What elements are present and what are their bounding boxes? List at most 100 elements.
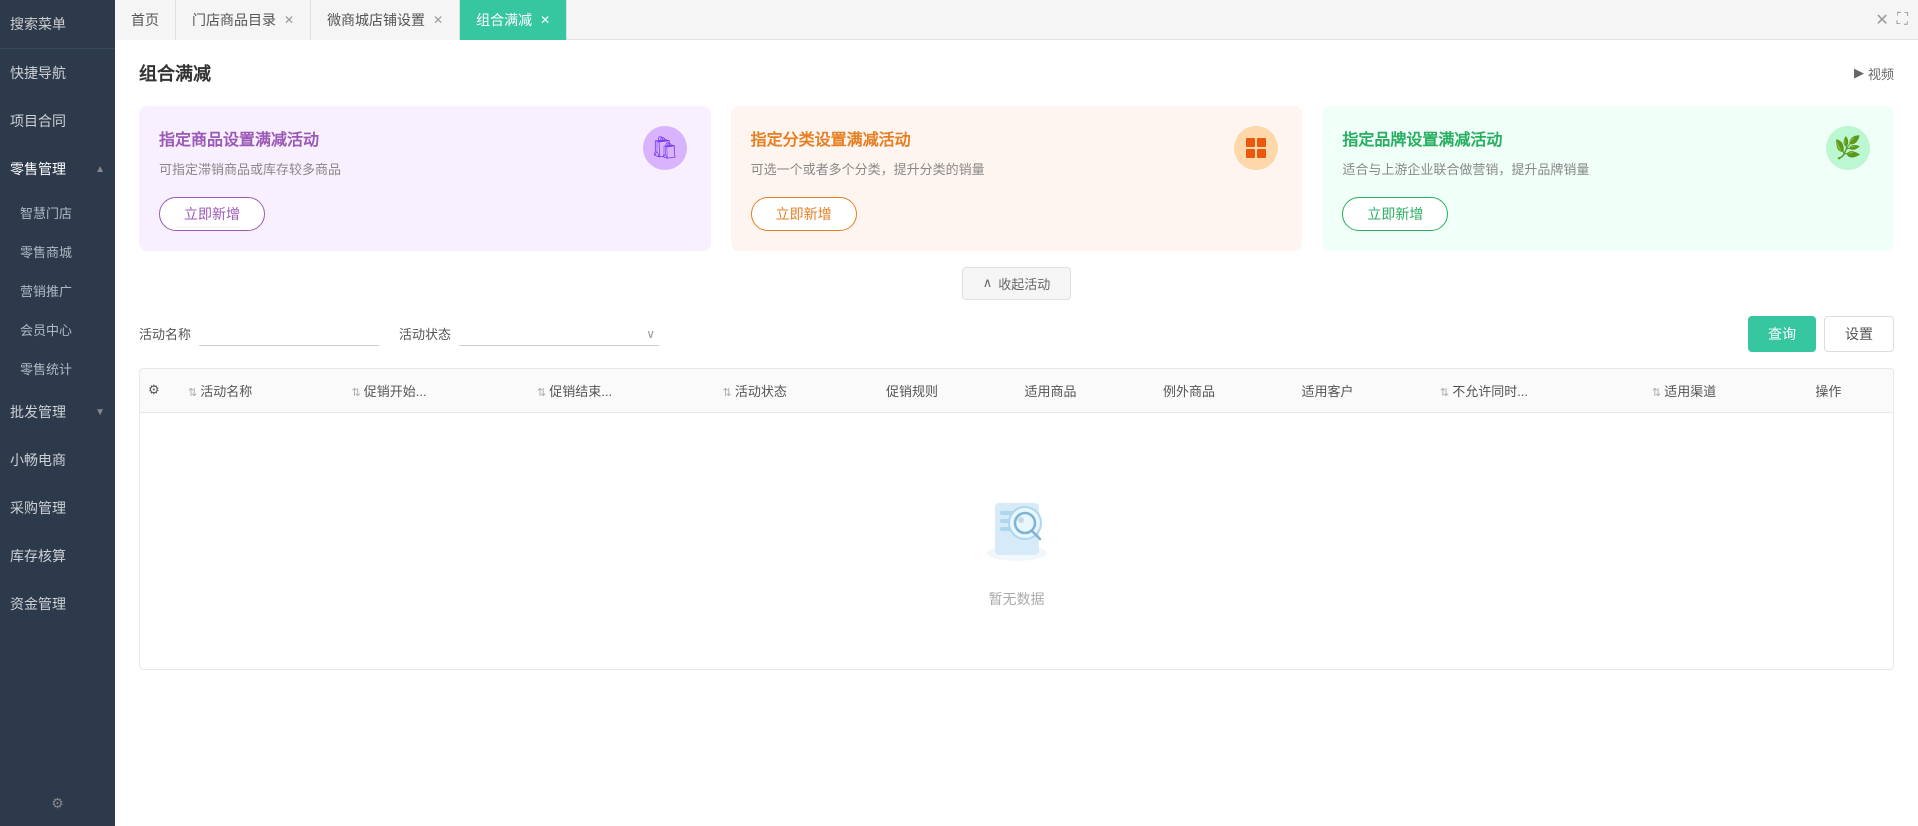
play-icon: ▶ <box>1854 65 1864 81</box>
brand-card-add-btn[interactable]: 立即新增 <box>1342 197 1448 231</box>
tab-wechat-store-settings[interactable]: 微商城店铺设置 ✕ <box>311 0 460 40</box>
tab-combo-discount-close[interactable]: ✕ <box>540 13 550 27</box>
category-card-desc: 可选一个或者多个分类，提升分类的销量 <box>751 160 1283 181</box>
th-promo-start-label: 促销开始... <box>364 384 427 399</box>
th-applicable-goods: 适用商品 <box>1017 369 1155 413</box>
tab-home[interactable]: 首页 <box>115 0 176 40</box>
th-promo-end[interactable]: 促销结束... <box>529 369 715 413</box>
empty-text: 暂无数据 <box>989 589 1045 609</box>
sidebar-item-retail-mgmt[interactable]: 零售管理 <box>0 145 115 193</box>
sidebar-item-retail-mall[interactable]: 零售商城 <box>0 232 115 271</box>
sidebar-item-label: 库存核算 <box>10 546 66 566</box>
tab-combo-discount-label: 组合满减 <box>476 10 532 30</box>
page-title: 组合满减 <box>139 60 211 86</box>
sidebar-sub-label: 会员中心 <box>20 323 72 338</box>
brand-card-desc: 适合与上游企业联合做营销，提升品牌销量 <box>1342 160 1874 181</box>
product-card-title: 指定商品设置满减活动 <box>159 126 691 150</box>
sidebar-item-member-center[interactable]: 会员中心 <box>0 310 115 349</box>
brand-card-title: 指定品牌设置满减活动 <box>1342 126 1874 150</box>
product-card-add-btn[interactable]: 立即新增 <box>159 197 265 231</box>
product-card-icon: 🛍 <box>643 126 687 170</box>
collapse-bar: ∧ 收起活动 <box>139 267 1894 300</box>
category-card-add-btn[interactable]: 立即新增 <box>751 197 857 231</box>
th-applicable-customer: 适用客户 <box>1293 369 1431 413</box>
th-activity-status[interactable]: 活动状态 <box>715 369 878 413</box>
sidebar-item-label: 采购管理 <box>10 498 66 518</box>
sidebar-item-marketing[interactable]: 营销推广 <box>0 271 115 310</box>
activity-status-select[interactable]: 进行中 未开始 已结束 <box>459 322 659 346</box>
th-exception-goods: 例外商品 <box>1155 369 1293 413</box>
sidebar-sub-label: 智慧门店 <box>20 206 72 221</box>
sidebar-item-label: 小畅电商 <box>10 450 66 470</box>
tabbar-actions: ✕ ⛶ <box>1875 10 1918 30</box>
activity-status-field: 活动状态 进行中 未开始 已结束 <box>399 322 659 346</box>
th-settings[interactable]: ⚙ <box>140 369 180 413</box>
tab-store-catalog[interactable]: 门店商品目录 ✕ <box>176 0 311 40</box>
th-applicable-channel[interactable]: 适用渠道 <box>1644 369 1807 413</box>
search-actions: 查询 设置 <box>1748 316 1894 352</box>
tab-combo-discount[interactable]: 组合满减 ✕ <box>460 0 567 40</box>
activity-name-input[interactable] <box>199 322 379 346</box>
close-window-icon[interactable]: ✕ <box>1875 10 1888 30</box>
sidebar-item-retail-stats[interactable]: 零售统计 <box>0 349 115 388</box>
sidebar-item-label: 快捷导航 <box>10 63 66 83</box>
th-applicable-goods-label: 适用商品 <box>1025 384 1077 399</box>
data-table: ⚙ 活动名称 促销开始... 促销结束... 活动状态 <box>140 369 1893 413</box>
sidebar-sub-label: 零售商城 <box>20 245 72 260</box>
empty-icon <box>967 473 1067 573</box>
sidebar-item-inventory-calc[interactable]: 库存核算 <box>0 532 115 580</box>
sidebar-item-wholesale-mgmt[interactable]: 批发管理 <box>0 388 115 436</box>
sidebar-item-funds-mgmt[interactable]: 资金管理 <box>0 580 115 628</box>
query-button[interactable]: 查询 <box>1748 316 1816 352</box>
gear-icon: ⚙ <box>51 795 64 812</box>
sidebar-item-label: 项目合同 <box>10 111 66 131</box>
th-activity-name[interactable]: 活动名称 <box>180 369 343 413</box>
th-activity-status-label: 活动状态 <box>735 384 787 399</box>
tabbar: 首页 门店商品目录 ✕ 微商城店铺设置 ✕ 组合满减 ✕ ✕ ⛶ <box>115 0 1918 40</box>
activity-status-select-wrapper: 进行中 未开始 已结束 <box>459 322 659 346</box>
tab-wechat-settings-close[interactable]: ✕ <box>433 13 443 27</box>
content-area: 组合满减 ▶ 视频 指定商品设置满减活动 🛍 可指定滞销商品或库存较多商品 立即… <box>115 40 1918 826</box>
sidebar-item-label: 批发管理 <box>10 402 66 422</box>
category-card-title: 指定分类设置满减活动 <box>751 126 1283 150</box>
category-card: 指定分类设置满减活动 可选一个或者多个分类，提升分类的销量 立即新增 <box>731 106 1303 251</box>
leaf-icon: 🌿 <box>1834 135 1861 161</box>
brand-card-icon: 🌿 <box>1826 126 1870 170</box>
th-promo-end-label: 促销结束... <box>549 384 612 399</box>
bag-icon: 🛍 <box>651 135 679 161</box>
grid-icon <box>1244 136 1268 160</box>
sidebar-search[interactable]: 搜索菜单 <box>0 0 115 49</box>
empty-state: 暂无数据 <box>140 413 1893 669</box>
brand-card: 指定品牌设置满减活动 🌿 适合与上游企业联合做营销，提升品牌销量 立即新增 <box>1322 106 1894 251</box>
cards-row: 指定商品设置满减活动 🛍 可指定滞销商品或库存较多商品 立即新增 指定分类设置满… <box>139 106 1894 251</box>
th-no-concurrent[interactable]: 不允许同时... <box>1432 369 1644 413</box>
video-link[interactable]: ▶ 视频 <box>1854 64 1894 83</box>
sidebar-item-project-contract[interactable]: 项目合同 <box>0 97 115 145</box>
search-bar: 活动名称 活动状态 进行中 未开始 已结束 查询 设置 <box>139 316 1894 352</box>
th-applicable-channel-label: 适用渠道 <box>1664 384 1716 399</box>
sidebar-item-quick-nav[interactable]: 快捷导航 <box>0 49 115 97</box>
product-card: 指定商品设置满减活动 🛍 可指定滞销商品或库存较多商品 立即新增 <box>139 106 711 251</box>
tab-store-catalog-close[interactable]: ✕ <box>284 13 294 27</box>
collapse-activity-btn[interactable]: ∧ 收起活动 <box>962 267 1072 300</box>
sidebar-item-smart-store[interactable]: 智慧门店 <box>0 193 115 232</box>
sidebar: 搜索菜单 快捷导航 项目合同 零售管理 智慧门店 零售商城 营销推广 会员中心 … <box>0 0 115 826</box>
activity-name-field: 活动名称 <box>139 322 379 346</box>
th-promo-rule-label: 促销规则 <box>886 384 938 399</box>
maximize-icon[interactable]: ⛶ <box>1897 11 1908 29</box>
th-no-concurrent-label: 不允许同时... <box>1452 384 1528 399</box>
tab-home-label: 首页 <box>131 10 159 30</box>
sidebar-sub-label: 零售统计 <box>20 362 72 377</box>
sidebar-settings-btn[interactable]: ⚙ <box>0 781 115 826</box>
sidebar-item-purchase-mgmt[interactable]: 采购管理 <box>0 484 115 532</box>
th-applicable-customer-label: 适用客户 <box>1301 384 1353 399</box>
sidebar-sub-label: 营销推广 <box>20 284 72 299</box>
settings-button[interactable]: 设置 <box>1824 316 1894 352</box>
th-promo-start[interactable]: 促销开始... <box>343 369 529 413</box>
product-card-desc: 可指定滞销商品或库存较多商品 <box>159 160 691 181</box>
collapse-icon: ∧ <box>983 275 993 291</box>
sidebar-item-xiaochu-ecom[interactable]: 小畅电商 <box>0 436 115 484</box>
th-promo-rule: 促销规则 <box>878 369 1016 413</box>
collapse-label: 收起活动 <box>998 274 1050 293</box>
activity-name-label: 活动名称 <box>139 324 191 343</box>
